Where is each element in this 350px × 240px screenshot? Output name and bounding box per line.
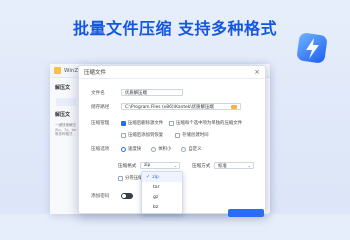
dialog-titlebar: 压缩文件 × (79, 66, 265, 79)
keep-time-label: 存储创建时间 (182, 133, 209, 138)
level-small-option[interactable]: 体积小 (151, 146, 171, 152)
format-select[interactable]: zip ⌄ (140, 162, 180, 169)
background-sidebar: 解压文 解压文 一键快速解压 Zip、7z、tar 等多种格式 (50, 78, 80, 214)
level-fast-option[interactable]: 速度快 (121, 146, 141, 152)
radio[interactable] (151, 146, 157, 152)
password-label: 添加密码 (91, 194, 110, 199)
checkbox[interactable] (169, 120, 175, 126)
password-toggle[interactable] (121, 193, 133, 199)
app-logo-icon (297, 33, 327, 63)
level-custom-label: 自定义 (188, 147, 202, 152)
path-input[interactable]: C:\Program Files (x86)\Kantek\优质解压端 (121, 103, 241, 110)
format-option-label: gz (153, 194, 159, 200)
folder-icon[interactable] (231, 104, 237, 109)
checkbox[interactable] (175, 132, 181, 138)
level-row: 压缩选项 速度快 体积小 自定义 (91, 146, 212, 152)
format-option-label: bz (153, 204, 159, 210)
format-option-label: zip (152, 174, 159, 180)
radio[interactable] (181, 146, 187, 152)
format-option-tar[interactable]: tar (142, 182, 182, 192)
split-label: 分卷压缩 (125, 176, 143, 181)
sidebar-heading-2: 解压文 (55, 112, 71, 118)
recovery-label: 压缩后添加到恢复 (128, 133, 164, 138)
checkbox[interactable] (118, 175, 123, 181)
delete-after-option[interactable]: 压缩后删除源文件 (121, 120, 163, 126)
compress-options-label: 压缩管理 (91, 121, 110, 126)
each-separate-label: 压缩每个选中项为单独的压缩文件 (176, 121, 243, 126)
path-row: 储存路径 C:\Program Files (x86)\Kantek\优质解压端 (91, 103, 241, 110)
method-label: 压缩方式 (192, 163, 211, 169)
recovery-option[interactable]: 压缩后添加到恢复 (121, 132, 163, 138)
compress-options-row-1: 压缩管理 压缩后删除源文件 压缩每个选中项为单独的压缩文件 (91, 120, 248, 126)
filename-row: 文件名 优质解压端 (91, 89, 183, 96)
checkbox[interactable] (121, 120, 126, 126)
sidebar-description: 一键快速解压 Zip、7z、tar 等多种格式 (55, 123, 77, 136)
method-value: 标准 (218, 163, 227, 169)
close-icon[interactable]: × (254, 68, 260, 76)
format-option-gz[interactable]: gz (142, 192, 182, 202)
sidebar-card (56, 98, 76, 106)
format-option-zip[interactable]: ✓ zip (142, 172, 182, 182)
confirm-button[interactable] (228, 209, 264, 217)
path-value: C:\Program Files (x86)\Kantek\优质解压端 (125, 104, 214, 110)
path-label: 储存路径 (91, 104, 110, 110)
level-fast-label: 速度快 (128, 147, 142, 152)
split-option[interactable]: 分卷压缩 (118, 175, 143, 181)
filename-label: 文件名 (91, 90, 105, 96)
each-separate-option[interactable]: 压缩每个选中项为单独的压缩文件 (169, 120, 242, 126)
check-icon: ✓ (146, 174, 151, 180)
dialog-title: 压缩文件 (84, 70, 107, 76)
winzip-logo-icon (54, 67, 61, 74)
level-custom-option[interactable]: 自定义 (181, 146, 202, 152)
format-label: 压缩格式 (118, 163, 137, 169)
sidebar-heading-1: 解压文 (55, 85, 71, 91)
level-small-label: 体积小 (158, 147, 172, 152)
format-dropdown: ✓ zip tar gz bz (141, 171, 183, 214)
delete-after-label: 压缩后删除源文件 (128, 121, 164, 126)
level-label: 压缩选项 (91, 147, 110, 152)
format-value: zip (144, 163, 151, 168)
method-select[interactable]: 标准 ⌄ (214, 162, 254, 169)
filename-input[interactable]: 优质解压端 (121, 89, 183, 96)
compress-options-row-2: 压缩后添加到恢复 存储创建时间 (121, 132, 215, 138)
chevron-down-icon: ⌄ (247, 163, 251, 168)
format-option-label: tar (153, 184, 160, 190)
password-row: 添加密码 (91, 193, 133, 199)
radio[interactable] (121, 146, 126, 152)
checkbox[interactable] (121, 132, 126, 138)
chevron-down-icon: ⌄ (173, 163, 177, 168)
format-row: 压缩格式 zip ⌄ 压缩方式 标准 ⌄ (118, 162, 254, 169)
format-option-bz[interactable]: bz (142, 202, 182, 212)
keep-time-option[interactable]: 存储创建时间 (175, 132, 209, 138)
